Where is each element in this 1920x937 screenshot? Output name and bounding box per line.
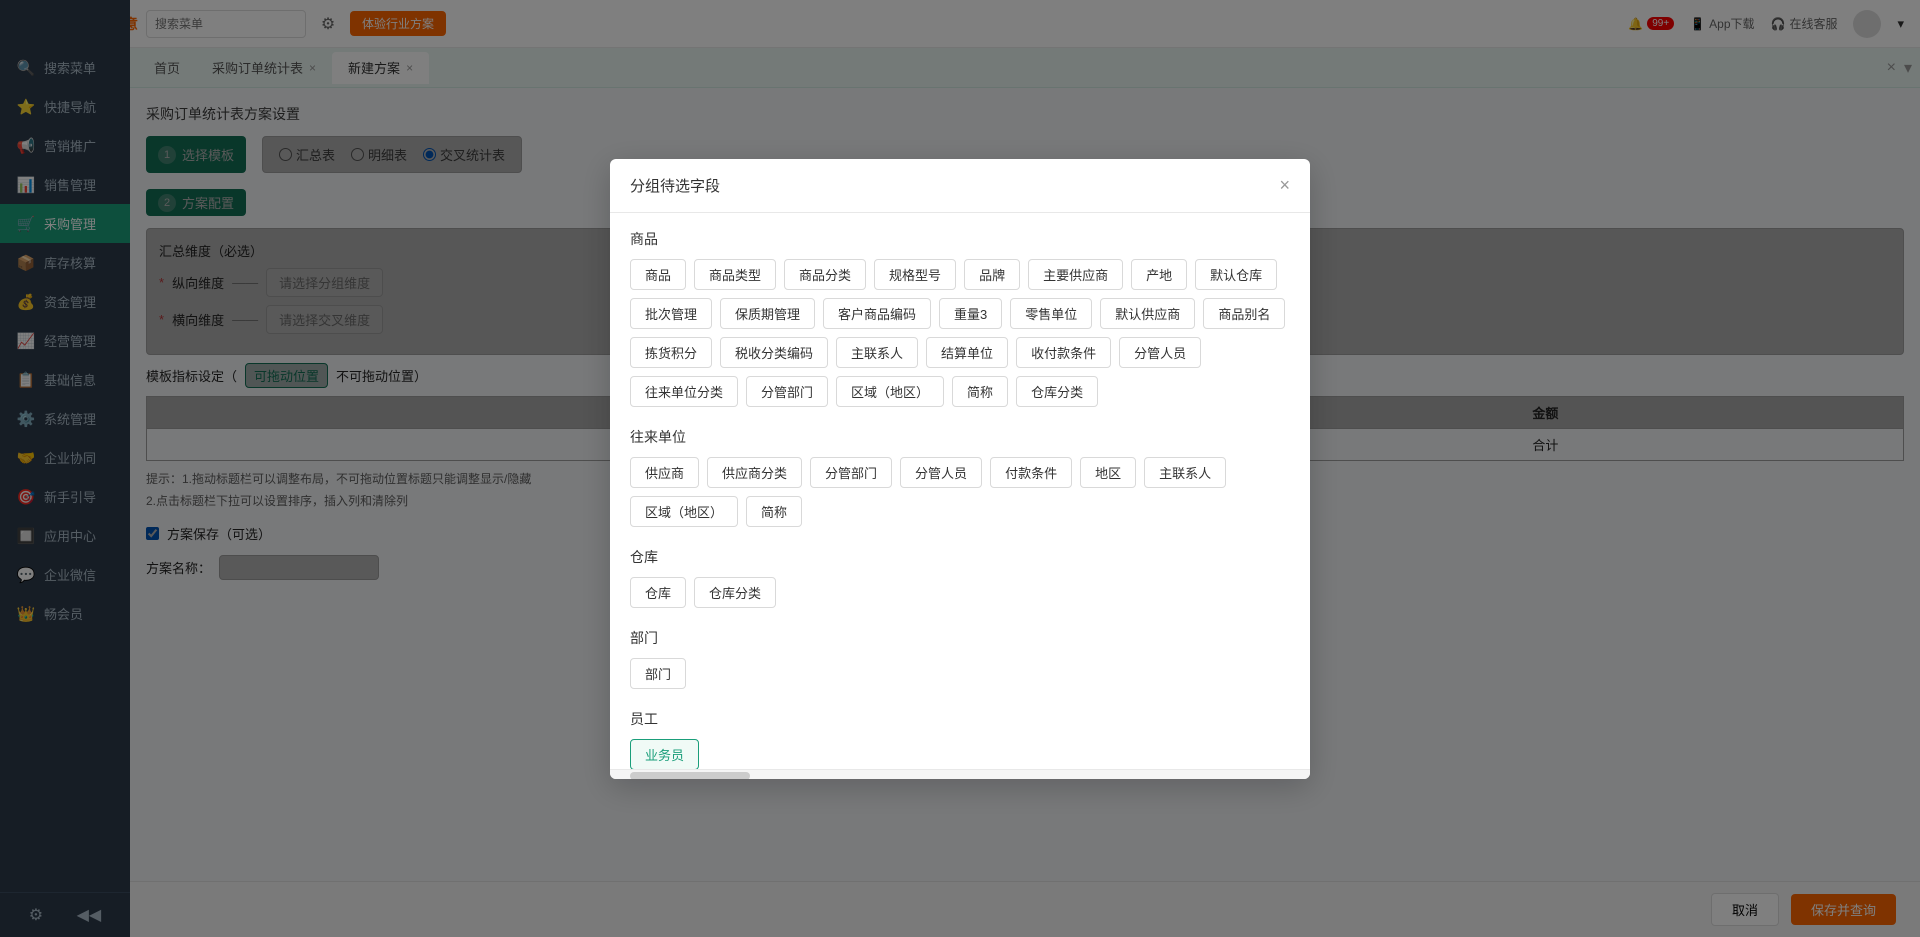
category-partner: 往来单位 供应商 供应商分类 分管部门 分管人员 付款条件 地区 主联系人 区域… (630, 427, 1290, 527)
category-goods-title: 商品 (630, 229, 1290, 249)
category-warehouse: 仓库 仓库 仓库分类 (630, 547, 1290, 608)
category-employee-title: 员工 (630, 709, 1290, 729)
modal-header: 分组待选字段 × (610, 159, 1310, 213)
field-tag-tax-code[interactable]: 税收分类编码 (720, 337, 828, 368)
field-tag-dept[interactable]: 分管部门 (746, 376, 828, 407)
field-tag-region2[interactable]: 区域（地区） (630, 496, 738, 527)
field-tag-warehouse-cat[interactable]: 仓库分类 (694, 577, 776, 608)
category-employee-tags: 业务员 (630, 739, 1290, 770)
field-tag-goods-type[interactable]: 商品类型 (694, 259, 776, 290)
modal-horizontal-scrollbar[interactable] (610, 769, 1310, 778)
field-tag-manager[interactable]: 分管人员 (1119, 337, 1201, 368)
modal-hscrollbar-thumb (630, 772, 750, 778)
category-department-tags: 部门 (630, 658, 1290, 689)
field-tag-manage-dept[interactable]: 分管部门 (810, 457, 892, 488)
field-tag-main-contact2[interactable]: 主联系人 (1144, 457, 1226, 488)
field-tag-salesperson[interactable]: 业务员 (630, 739, 699, 770)
field-tag-retail-unit[interactable]: 零售单位 (1010, 298, 1092, 329)
modal-close-button[interactable]: × (1279, 175, 1290, 196)
field-tag-default-warehouse[interactable]: 默认仓库 (1195, 259, 1277, 290)
field-tag-area[interactable]: 地区 (1080, 457, 1136, 488)
field-tag-supplier[interactable]: 供应商 (630, 457, 699, 488)
field-tag-brand[interactable]: 品牌 (964, 259, 1020, 290)
field-tag-default-supplier[interactable]: 默认供应商 (1100, 298, 1195, 329)
category-goods-tags: 商品 商品类型 商品分类 规格型号 品牌 主要供应商 产地 默认仓库 批次管理 … (630, 259, 1290, 407)
field-tag-spec-model[interactable]: 规格型号 (874, 259, 956, 290)
field-tag-short-name[interactable]: 简称 (952, 376, 1008, 407)
field-tag-supplier-category[interactable]: 供应商分类 (707, 457, 802, 488)
modal-overlay: 分组待选字段 × 商品 商品 商品类型 商品分类 规格型号 品牌 主要供应商 产… (0, 0, 1920, 937)
field-tag-pick-score[interactable]: 拣货积分 (630, 337, 712, 368)
field-tag-customer-code[interactable]: 客户商品编码 (823, 298, 931, 329)
modal: 分组待选字段 × 商品 商品 商品类型 商品分类 规格型号 品牌 主要供应商 产… (610, 159, 1310, 779)
field-tag-payment-terms[interactable]: 收付款条件 (1016, 337, 1111, 368)
field-tag-settle-unit[interactable]: 结算单位 (926, 337, 1008, 368)
field-tag-origin[interactable]: 产地 (1131, 259, 1187, 290)
field-tag-expiry-mgmt[interactable]: 保质期管理 (720, 298, 815, 329)
field-tag-warehouse[interactable]: 仓库 (630, 577, 686, 608)
category-employee: 员工 业务员 (630, 709, 1290, 770)
field-tag-goods-category[interactable]: 商品分类 (784, 259, 866, 290)
field-tag-department[interactable]: 部门 (630, 658, 686, 689)
field-tag-batch-mgmt[interactable]: 批次管理 (630, 298, 712, 329)
field-tag-main-supplier[interactable]: 主要供应商 (1028, 259, 1123, 290)
field-tag-manage-person[interactable]: 分管人员 (900, 457, 982, 488)
field-tag-short-name2[interactable]: 简称 (746, 496, 802, 527)
category-department: 部门 部门 (630, 628, 1290, 689)
modal-title: 分组待选字段 (630, 175, 720, 196)
modal-body[interactable]: 商品 商品 商品类型 商品分类 规格型号 品牌 主要供应商 产地 默认仓库 批次… (610, 213, 1310, 770)
category-warehouse-tags: 仓库 仓库分类 (630, 577, 1290, 608)
category-goods: 商品 商品 商品类型 商品分类 规格型号 品牌 主要供应商 产地 默认仓库 批次… (630, 229, 1290, 407)
field-tag-goods-alias[interactable]: 商品别名 (1203, 298, 1285, 329)
category-department-title: 部门 (630, 628, 1290, 648)
field-tag-pay-terms[interactable]: 付款条件 (990, 457, 1072, 488)
category-partner-tags: 供应商 供应商分类 分管部门 分管人员 付款条件 地区 主联系人 区域（地区） … (630, 457, 1290, 527)
field-tag-main-contact[interactable]: 主联系人 (836, 337, 918, 368)
field-tag-region[interactable]: 区域（地区） (836, 376, 944, 407)
field-tag-warehouse-category[interactable]: 仓库分类 (1016, 376, 1098, 407)
field-tag-goods[interactable]: 商品 (630, 259, 686, 290)
category-warehouse-title: 仓库 (630, 547, 1290, 567)
category-partner-title: 往来单位 (630, 427, 1290, 447)
field-tag-partner-category[interactable]: 往来单位分类 (630, 376, 738, 407)
field-tag-weight3[interactable]: 重量3 (939, 298, 1002, 329)
